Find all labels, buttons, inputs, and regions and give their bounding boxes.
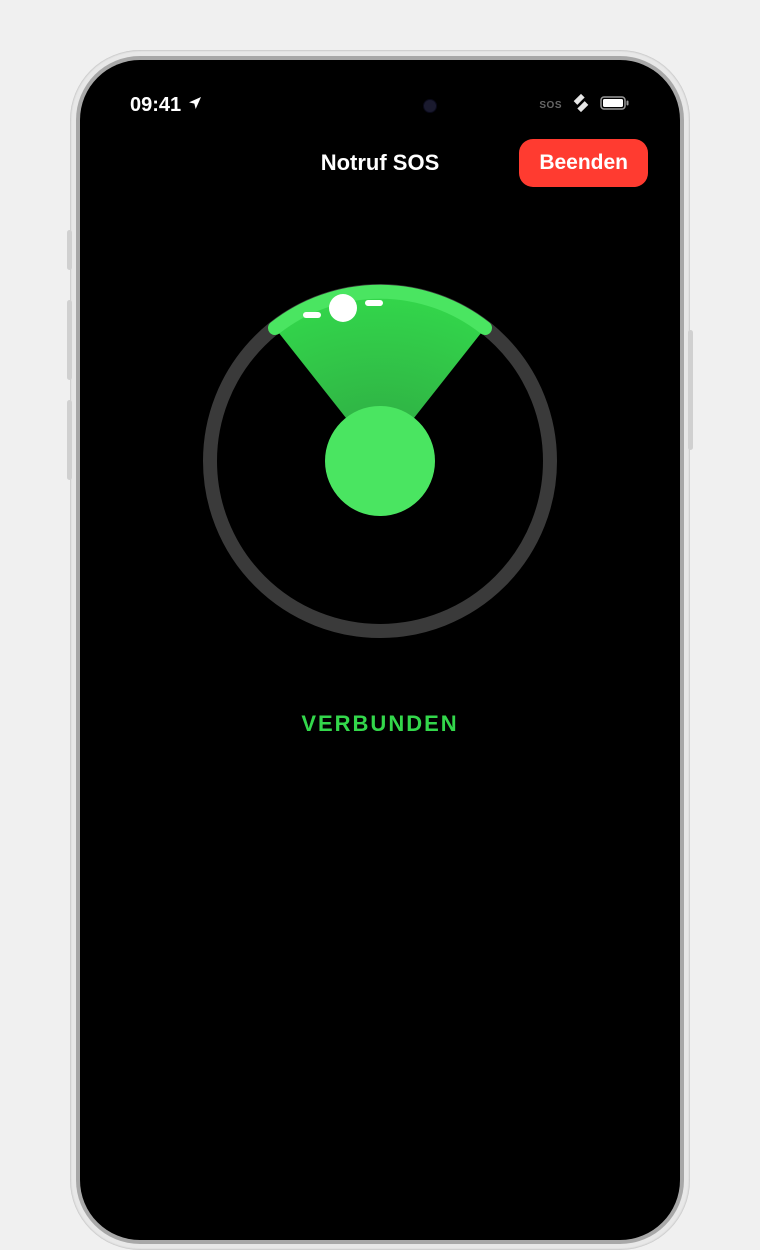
radar-container: [80, 276, 680, 646]
volume-up-button: [67, 300, 72, 380]
dynamic-island: [305, 86, 455, 126]
status-right: SOS: [539, 92, 630, 119]
power-button: [688, 330, 693, 450]
screen: 09:41 SOS: [80, 60, 680, 1240]
phone-inner-frame: 09:41 SOS: [76, 56, 684, 1244]
sos-indicator: SOS: [539, 100, 562, 111]
side-button: [67, 230, 72, 270]
time-label: 09:41: [130, 94, 181, 117]
connection-status: VERBUNDEN: [80, 711, 680, 737]
camera-dot: [423, 99, 437, 113]
battery-icon: [600, 96, 630, 115]
volume-down-button: [67, 400, 72, 480]
location-icon: [187, 94, 203, 117]
status-left: 09:41: [130, 94, 203, 117]
end-button[interactable]: Beenden: [519, 139, 648, 187]
phone-frame: 09:41 SOS: [70, 50, 690, 1250]
satellite-radar: [195, 276, 565, 646]
header: Notruf SOS Beenden: [80, 120, 680, 176]
page-title: Notruf SOS: [321, 150, 440, 176]
satellite-icon: [570, 92, 592, 119]
